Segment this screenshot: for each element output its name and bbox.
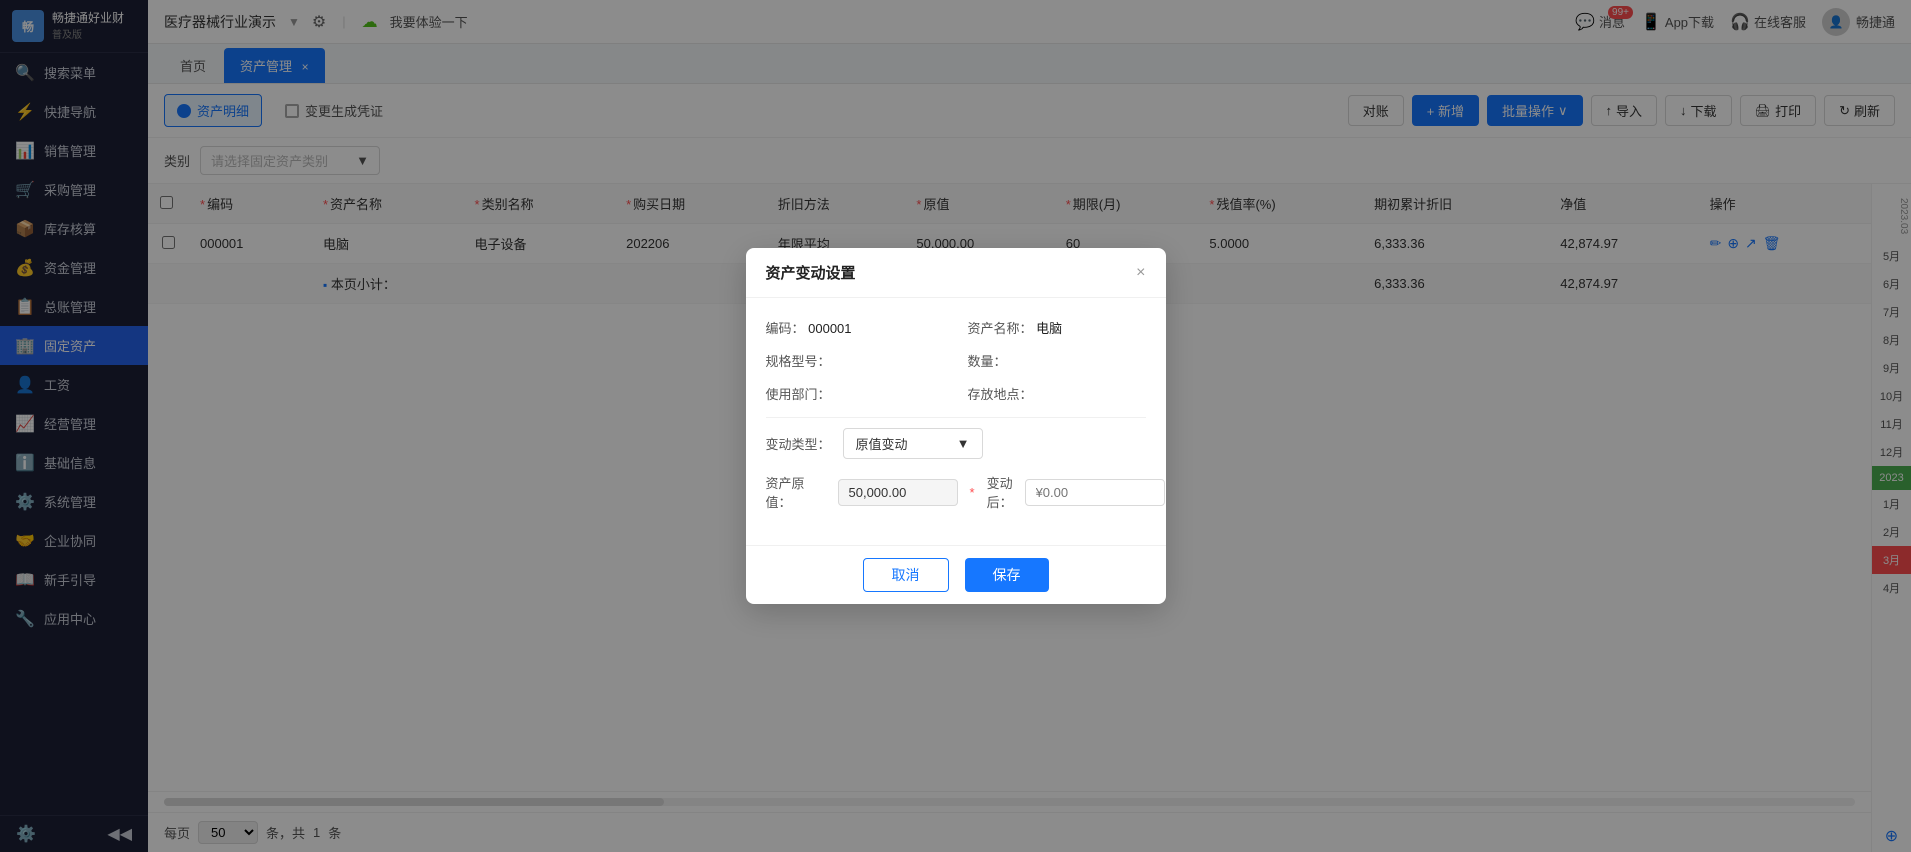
asset-change-dialog: 资产变动设置 × 编码： 000001 资产名称： 电脑 规格型号： bbox=[746, 248, 1166, 604]
code-label: 编码： bbox=[766, 321, 805, 336]
dialog-field-qty: 数量： bbox=[968, 351, 1146, 370]
modal-overlay: 资产变动设置 × 编码： 000001 资产名称： 电脑 规格型号： bbox=[0, 0, 1911, 852]
code-value: 000001 bbox=[808, 321, 851, 336]
dialog-field-code: 编码： 000001 bbox=[766, 318, 944, 337]
dialog-body: 编码： 000001 资产名称： 电脑 规格型号： 数量： bbox=[746, 298, 1166, 545]
dialog-header: 资产变动设置 × bbox=[746, 248, 1166, 298]
location-label: 存放地点： bbox=[968, 387, 1033, 402]
asset-value-display: 50,000.00 bbox=[838, 479, 958, 506]
dialog-row-code-name: 编码： 000001 资产名称： 电脑 bbox=[766, 318, 1146, 337]
dialog-divider bbox=[766, 417, 1146, 418]
dialog-field-name: 资产名称： 电脑 bbox=[968, 318, 1146, 337]
change-type-select[interactable]: 原值变动 ▼ bbox=[843, 428, 983, 459]
change-type-label: 变动类型： bbox=[766, 434, 831, 453]
after-change-label: 变动后： bbox=[987, 473, 1013, 511]
required-star: * bbox=[970, 485, 975, 500]
asset-value-label: 资产原值： bbox=[766, 473, 826, 511]
dept-label: 使用部门： bbox=[766, 387, 831, 402]
dialog-footer: 取消 保存 bbox=[746, 545, 1166, 604]
qty-label: 数量： bbox=[968, 354, 1007, 369]
cancel-button[interactable]: 取消 bbox=[863, 558, 949, 592]
dialog-close-button[interactable]: × bbox=[1136, 264, 1145, 282]
dialog-field-dept: 使用部门： bbox=[766, 384, 944, 403]
dialog-row-spec-qty: 规格型号： 数量： bbox=[766, 351, 1146, 370]
dialog-row-dept-location: 使用部门： 存放地点： bbox=[766, 384, 1146, 403]
save-button[interactable]: 保存 bbox=[965, 558, 1049, 592]
dialog-change-type-row: 变动类型： 原值变动 ▼ bbox=[766, 428, 1146, 459]
change-type-arrow: ▼ bbox=[957, 436, 970, 451]
dialog-field-spec: 规格型号： bbox=[766, 351, 944, 370]
after-change-input[interactable] bbox=[1025, 479, 1165, 506]
change-type-value: 原值变动 bbox=[856, 434, 908, 453]
dialog-title: 资产变动设置 bbox=[766, 262, 856, 283]
name-label: 资产名称： bbox=[968, 321, 1033, 336]
name-value: 电脑 bbox=[1036, 321, 1062, 336]
spec-label: 规格型号： bbox=[766, 354, 831, 369]
dialog-field-location: 存放地点： bbox=[968, 384, 1146, 403]
dialog-value-row: 资产原值： 50,000.00 * 变动后： bbox=[766, 473, 1146, 511]
